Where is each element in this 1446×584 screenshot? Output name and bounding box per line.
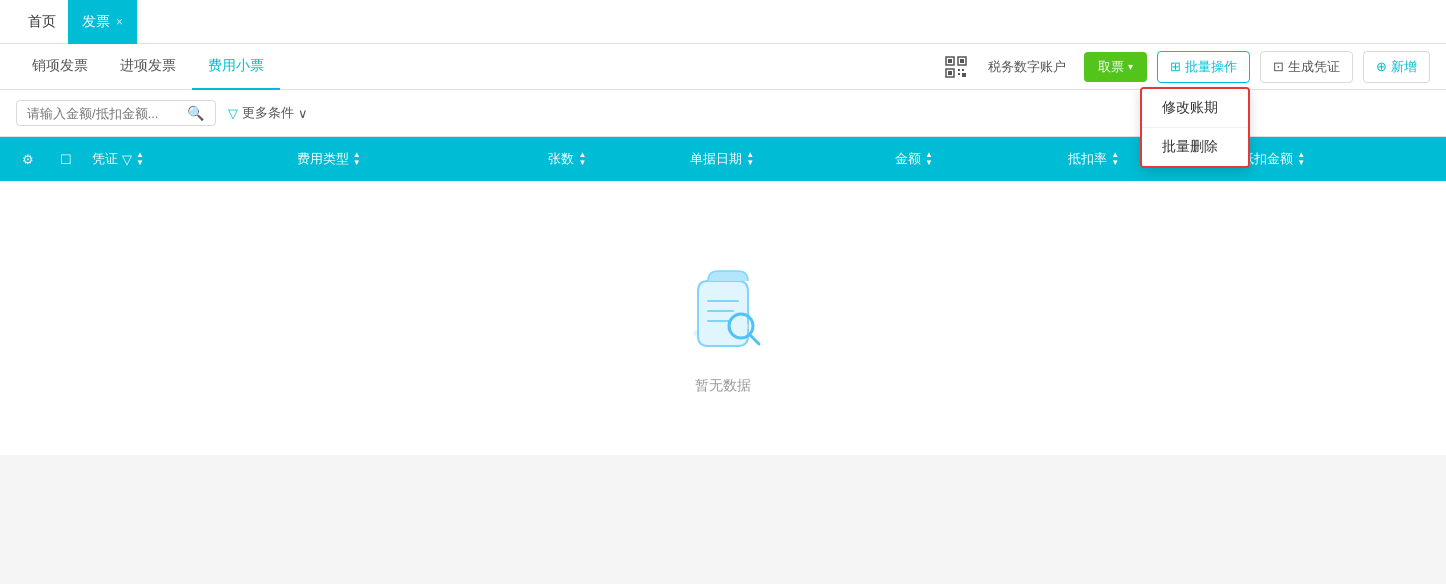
generate-voucher-button[interactable]: ⊡ 生成凭证 [1260,51,1353,83]
checkbox-icon: ☐ [60,152,72,167]
svg-line-16 [750,335,759,344]
th-expense-type[interactable]: 费用类型 ▲▼ [289,150,541,168]
tax-account-button[interactable]: 税务数字账户 [980,54,1074,80]
add-icon: ⊕ [1376,59,1387,74]
svg-rect-1 [948,59,952,63]
th-count-label: 张数 [548,150,574,168]
search-icon[interactable]: 🔍 [187,105,204,121]
more-filter-arrow: ∨ [298,106,308,121]
svg-rect-6 [958,69,960,71]
generate-voucher-label: 生成凭证 [1288,58,1340,76]
batch-dropdown-menu: 修改账期 批量删除 [1140,87,1250,168]
tab-expense[interactable]: 费用小票 [192,44,280,90]
th-checkbox[interactable]: ☐ [48,152,84,167]
th-date-label: 单据日期 [690,150,742,168]
top-nav: 首页 发票 × [0,0,1446,44]
th-amount-sort[interactable]: ▲▼ [925,151,933,167]
invoice-tab[interactable]: 发票 × [68,0,137,44]
th-expense-label: 费用类型 [297,150,349,168]
th-voucher-label: 凭证 [92,150,118,168]
batch-icon: ⊞ [1170,59,1181,74]
th-deduct-amount-sort[interactable]: ▲▼ [1297,151,1305,167]
svg-rect-9 [962,73,966,77]
th-voucher[interactable]: 凭证 ▽ ▲▼ [84,150,289,168]
batch-op-button[interactable]: ⊞ 批量操作 [1157,51,1250,83]
svg-rect-5 [948,71,952,75]
add-label: 新增 [1391,58,1417,76]
th-count-sort[interactable]: ▲▼ [578,151,586,167]
invoice-tab-close[interactable]: × [116,15,123,29]
batch-delete-item[interactable]: 批量删除 [1142,127,1248,166]
th-deduct-rate-label: 抵扣率 [1068,150,1107,168]
th-voucher-sort[interactable]: ▲▼ [136,151,144,167]
th-amount[interactable]: 金额 ▲▼ [887,150,1060,168]
empty-icon [673,261,773,361]
svg-point-15 [734,319,748,333]
home-tab[interactable]: 首页 [16,0,68,44]
qr-code-icon[interactable] [942,53,970,81]
svg-rect-8 [958,73,960,75]
th-date-sort[interactable]: ▲▼ [746,151,754,167]
sub-nav: 销项发票 进项发票 费用小票 税务数字账户 取票 ▾ [0,44,1446,90]
svg-rect-7 [962,69,964,71]
th-deduct-amount[interactable]: 抵扣金额 ▲▼ [1233,150,1438,168]
sub-nav-actions: 税务数字账户 取票 ▾ ⊞ 批量操作 修改账期 批量删除 ⊡ 生成凭证 ⊕ 新增 [942,51,1430,83]
batch-op-wrapper: ⊞ 批量操作 修改账期 批量删除 [1157,51,1250,83]
more-filter-label: 更多条件 [242,104,294,122]
gear-icon: ⚙ [22,152,34,167]
search-input[interactable] [27,106,187,121]
batch-op-label: 批量操作 [1185,58,1237,76]
more-filter-button[interactable]: ▽ 更多条件 ∨ [228,104,308,122]
take-ticket-arrow: ▾ [1128,61,1133,72]
take-ticket-button[interactable]: 取票 ▾ [1084,52,1147,82]
search-wrap: 🔍 [16,100,216,126]
empty-state: 暂无数据 [0,181,1446,455]
th-amount-label: 金额 [895,150,921,168]
add-button[interactable]: ⊕ 新增 [1363,51,1430,83]
take-ticket-label: 取票 [1098,58,1124,76]
th-count[interactable]: 张数 ▲▼ [540,150,682,168]
th-date[interactable]: 单据日期 ▲▼ [682,150,887,168]
th-gear[interactable]: ⚙ [8,152,48,167]
tab-sales[interactable]: 销项发票 [16,44,104,90]
generate-icon: ⊡ [1273,59,1284,74]
th-deduct-rate-sort[interactable]: ▲▼ [1111,151,1119,167]
modify-period-item[interactable]: 修改账期 [1142,89,1248,127]
sub-tabs: 销项发票 进项发票 费用小票 [16,44,280,90]
tab-purchase[interactable]: 进项发票 [104,44,192,90]
svg-rect-3 [960,59,964,63]
invoice-tab-label: 发票 [82,13,110,31]
th-voucher-filter-icon: ▽ [122,152,132,167]
th-expense-sort[interactable]: ▲▼ [353,151,361,167]
empty-text: 暂无数据 [695,377,751,395]
filter-icon: ▽ [228,106,238,121]
